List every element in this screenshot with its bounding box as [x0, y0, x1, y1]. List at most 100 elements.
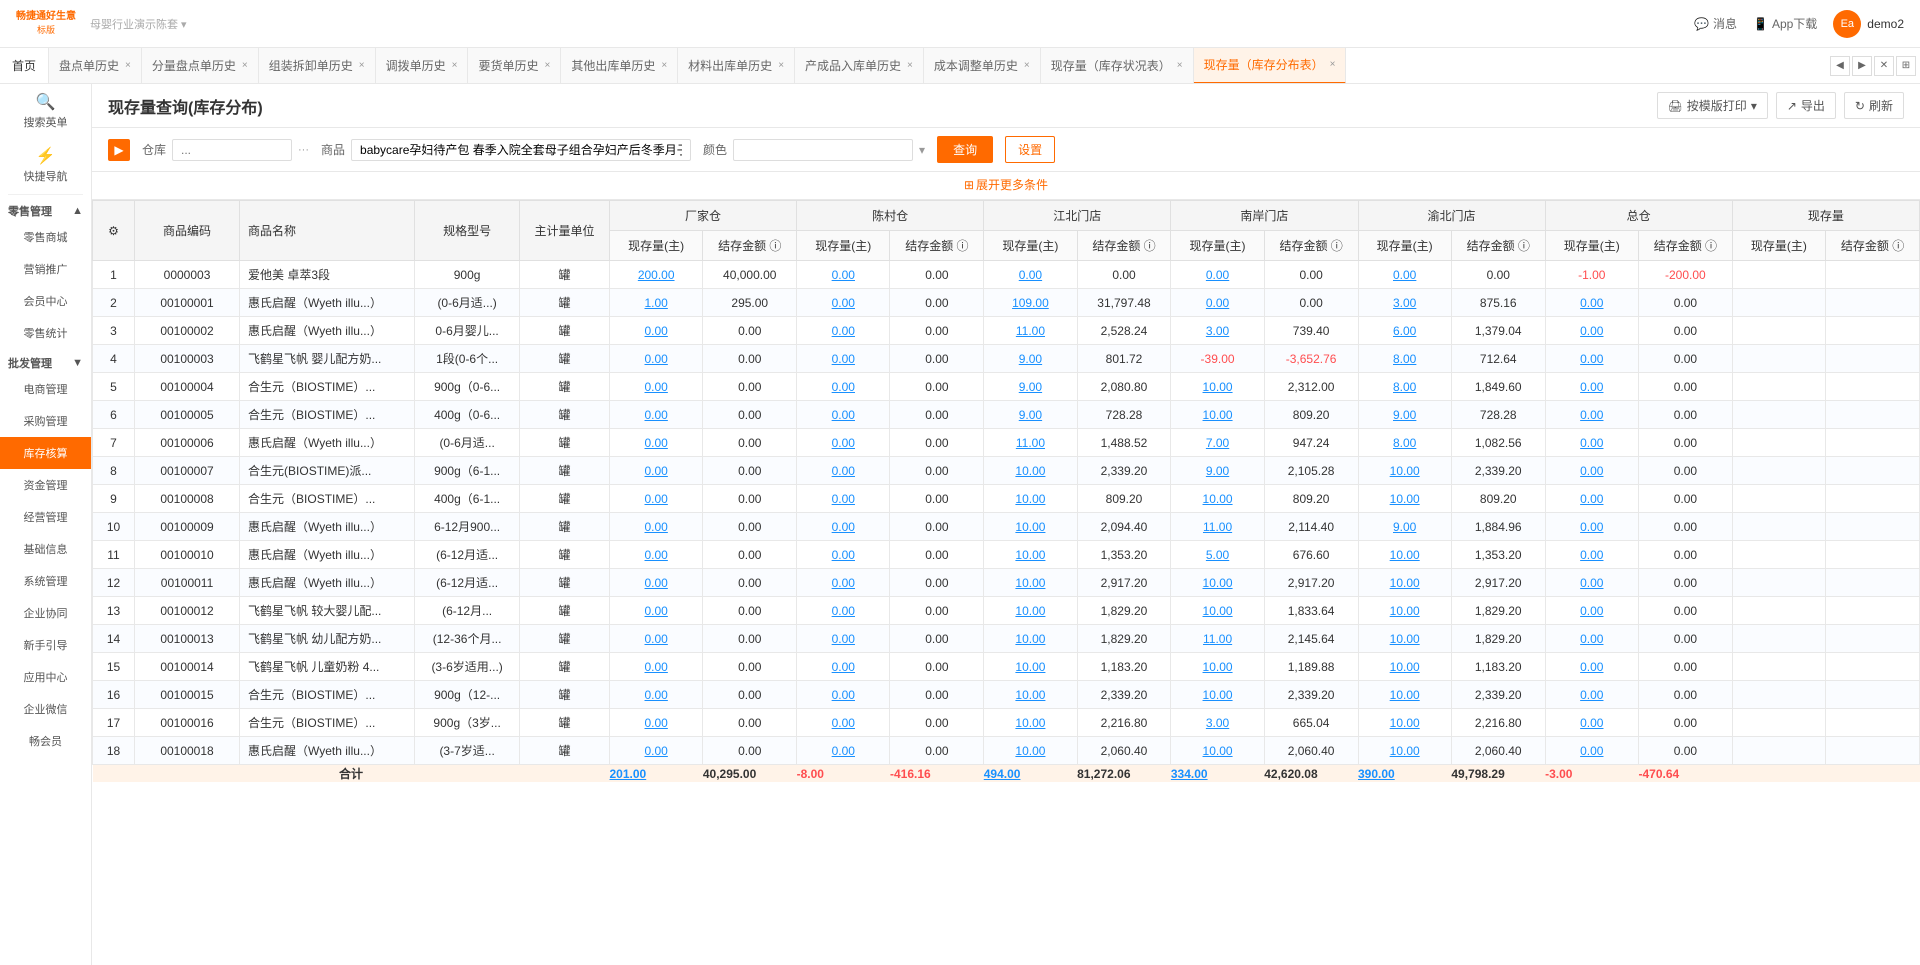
sidebar-member[interactable]: 会员中心 [0, 285, 91, 317]
tab-home[interactable]: 首页 [0, 48, 49, 84]
cell-yubei-stock[interactable]: 10.00 [1358, 485, 1451, 513]
cell-yubei-stock[interactable]: 3.00 [1358, 289, 1451, 317]
th-settings[interactable]: ⚙ [93, 201, 135, 261]
cell-chen-stock[interactable]: 0.00 [797, 541, 890, 569]
cell-factory-stock[interactable]: 0.00 [610, 401, 703, 429]
cell-nanan-stock[interactable]: 0.00 [1171, 261, 1264, 289]
summary-jiangbei-stock[interactable]: 494.00 [984, 765, 1077, 783]
cell-yubei-stock[interactable]: 8.00 [1358, 429, 1451, 457]
summary-total-stock[interactable]: -3.00 [1545, 765, 1638, 783]
cell-jiangbei-stock[interactable]: 10.00 [984, 709, 1077, 737]
sidebar-operations[interactable]: 经营管理 [0, 501, 91, 533]
cell-chen-stock[interactable]: 0.00 [797, 317, 890, 345]
cell-total-stock[interactable]: 0.00 [1545, 429, 1638, 457]
cell-factory-stock[interactable]: 0.00 [610, 681, 703, 709]
cell-nanan-stock[interactable]: 5.00 [1171, 541, 1264, 569]
sidebar-wechat[interactable]: 企业微信 [0, 693, 91, 725]
cell-total-stock[interactable]: 0.00 [1545, 457, 1638, 485]
cell-factory-stock[interactable]: 0.00 [610, 541, 703, 569]
cell-factory-stock[interactable]: 1.00 [610, 289, 703, 317]
cell-chen-stock[interactable]: 0.00 [797, 289, 890, 317]
tab-close-all-btn[interactable]: ✕ [1874, 56, 1894, 76]
cell-factory-stock[interactable]: 0.00 [610, 457, 703, 485]
tab-item-9[interactable]: 现存量（库存状况表）× [1041, 48, 1194, 84]
cell-jiangbei-stock[interactable]: 10.00 [984, 681, 1077, 709]
cell-jiangbei-stock[interactable]: 10.00 [984, 485, 1077, 513]
sidebar-member2[interactable]: 畅会员 [0, 725, 91, 757]
cell-nanan-stock[interactable]: 10.00 [1171, 373, 1264, 401]
cell-factory-stock[interactable]: 0.00 [610, 429, 703, 457]
cell-total-stock[interactable]: 0.00 [1545, 737, 1638, 765]
cell-jiangbei-stock[interactable]: 10.00 [984, 653, 1077, 681]
sidebar-marketing[interactable]: 营销推广 [0, 253, 91, 285]
cell-total-stock[interactable]: 0.00 [1545, 401, 1638, 429]
cell-jiangbei-stock[interactable]: 11.00 [984, 317, 1077, 345]
refresh-btn[interactable]: ↻ 刷新 [1844, 92, 1904, 119]
cell-nanan-stock[interactable]: 10.00 [1171, 737, 1264, 765]
cell-jiangbei-stock[interactable]: 10.00 [984, 597, 1077, 625]
tab-item-2[interactable]: 组装拆卸单历史× [259, 48, 376, 84]
cell-total-stock[interactable]: 0.00 [1545, 345, 1638, 373]
color-input[interactable] [733, 139, 913, 161]
cell-total-stock[interactable]: 0.00 [1545, 653, 1638, 681]
cell-chen-stock[interactable]: 0.00 [797, 345, 890, 373]
tab-item-10[interactable]: 现存量（库存分布表）× [1194, 48, 1347, 84]
cell-total-stock[interactable]: 0.00 [1545, 709, 1638, 737]
cell-chen-stock[interactable]: 0.00 [797, 709, 890, 737]
cell-jiangbei-stock[interactable]: 10.00 [984, 541, 1077, 569]
cell-jiangbei-stock[interactable]: 9.00 [984, 401, 1077, 429]
sidebar-shortcut[interactable]: ⚡ 快捷导航 [0, 138, 91, 192]
cell-total-stock[interactable]: 0.00 [1545, 681, 1638, 709]
cell-factory-stock[interactable]: 200.00 [610, 261, 703, 289]
cell-yubei-stock[interactable]: 8.00 [1358, 373, 1451, 401]
cell-chen-stock[interactable]: 0.00 [797, 457, 890, 485]
cell-total-stock[interactable]: 0.00 [1545, 569, 1638, 597]
tab-item-6[interactable]: 材料出库单历史× [678, 48, 795, 84]
sidebar-group-retail[interactable]: 零售管理 ▲ [0, 197, 91, 221]
tab-close-8[interactable]: × [1024, 60, 1030, 71]
filter-toggle-btn[interactable]: ▶ [108, 139, 130, 161]
cell-yubei-stock[interactable]: 6.00 [1358, 317, 1451, 345]
cell-chen-stock[interactable]: 0.00 [797, 653, 890, 681]
cell-total-stock[interactable]: -1.00 [1545, 261, 1638, 289]
cell-yubei-stock[interactable]: 10.00 [1358, 569, 1451, 597]
cell-nanan-stock[interactable]: 11.00 [1171, 513, 1264, 541]
cell-jiangbei-stock[interactable]: 10.00 [984, 513, 1077, 541]
cell-jiangbei-stock[interactable]: 0.00 [984, 261, 1077, 289]
print-btn[interactable]: 🖨 按模版打印 ▾ [1657, 92, 1768, 119]
cell-total-stock[interactable]: 0.00 [1545, 625, 1638, 653]
tab-close-9[interactable]: × [1177, 60, 1183, 71]
cell-factory-stock[interactable]: 0.00 [610, 373, 703, 401]
tab-item-3[interactable]: 调拨单历史× [376, 48, 469, 84]
summary-factory-stock[interactable]: 201.00 [610, 765, 703, 783]
cell-yubei-stock[interactable]: 10.00 [1358, 737, 1451, 765]
cell-nanan-stock[interactable]: 10.00 [1171, 681, 1264, 709]
cell-total-stock[interactable]: 0.00 [1545, 597, 1638, 625]
cell-jiangbei-stock[interactable]: 9.00 [984, 345, 1077, 373]
cell-factory-stock[interactable]: 0.00 [610, 513, 703, 541]
cell-yubei-stock[interactable]: 10.00 [1358, 597, 1451, 625]
cell-nanan-stock[interactable]: 3.00 [1171, 709, 1264, 737]
sidebar-group-wholesale[interactable]: 批发管理 ▼ [0, 349, 91, 373]
cell-chen-stock[interactable]: 0.00 [797, 569, 890, 597]
cell-yubei-stock[interactable]: 10.00 [1358, 541, 1451, 569]
tab-item-5[interactable]: 其他出库单历史× [561, 48, 678, 84]
cell-chen-stock[interactable]: 0.00 [797, 681, 890, 709]
tab-item-0[interactable]: 盘点单历史× [49, 48, 142, 84]
setting-btn[interactable]: 设置 [1005, 136, 1055, 163]
sidebar-purchase[interactable]: 采购管理 [0, 405, 91, 437]
cell-yubei-stock[interactable]: 9.00 [1358, 401, 1451, 429]
sidebar-enterprise[interactable]: 企业协同 [0, 597, 91, 629]
summary-nanan-stock[interactable]: 334.00 [1171, 765, 1264, 783]
cell-jiangbei-stock[interactable]: 10.00 [984, 737, 1077, 765]
cell-chen-stock[interactable]: 0.00 [797, 373, 890, 401]
sidebar-app-center[interactable]: 应用中心 [0, 661, 91, 693]
cell-nanan-stock[interactable]: 3.00 [1171, 317, 1264, 345]
cell-chen-stock[interactable]: 0.00 [797, 485, 890, 513]
sidebar-inventory[interactable]: 库存核算 [0, 437, 91, 469]
cell-nanan-stock[interactable]: 11.00 [1171, 625, 1264, 653]
cell-yubei-stock[interactable]: 0.00 [1358, 261, 1451, 289]
tab-item-1[interactable]: 分量盘点单历史× [142, 48, 259, 84]
sidebar-basic-info[interactable]: 基础信息 [0, 533, 91, 565]
cell-total-stock[interactable]: 0.00 [1545, 317, 1638, 345]
